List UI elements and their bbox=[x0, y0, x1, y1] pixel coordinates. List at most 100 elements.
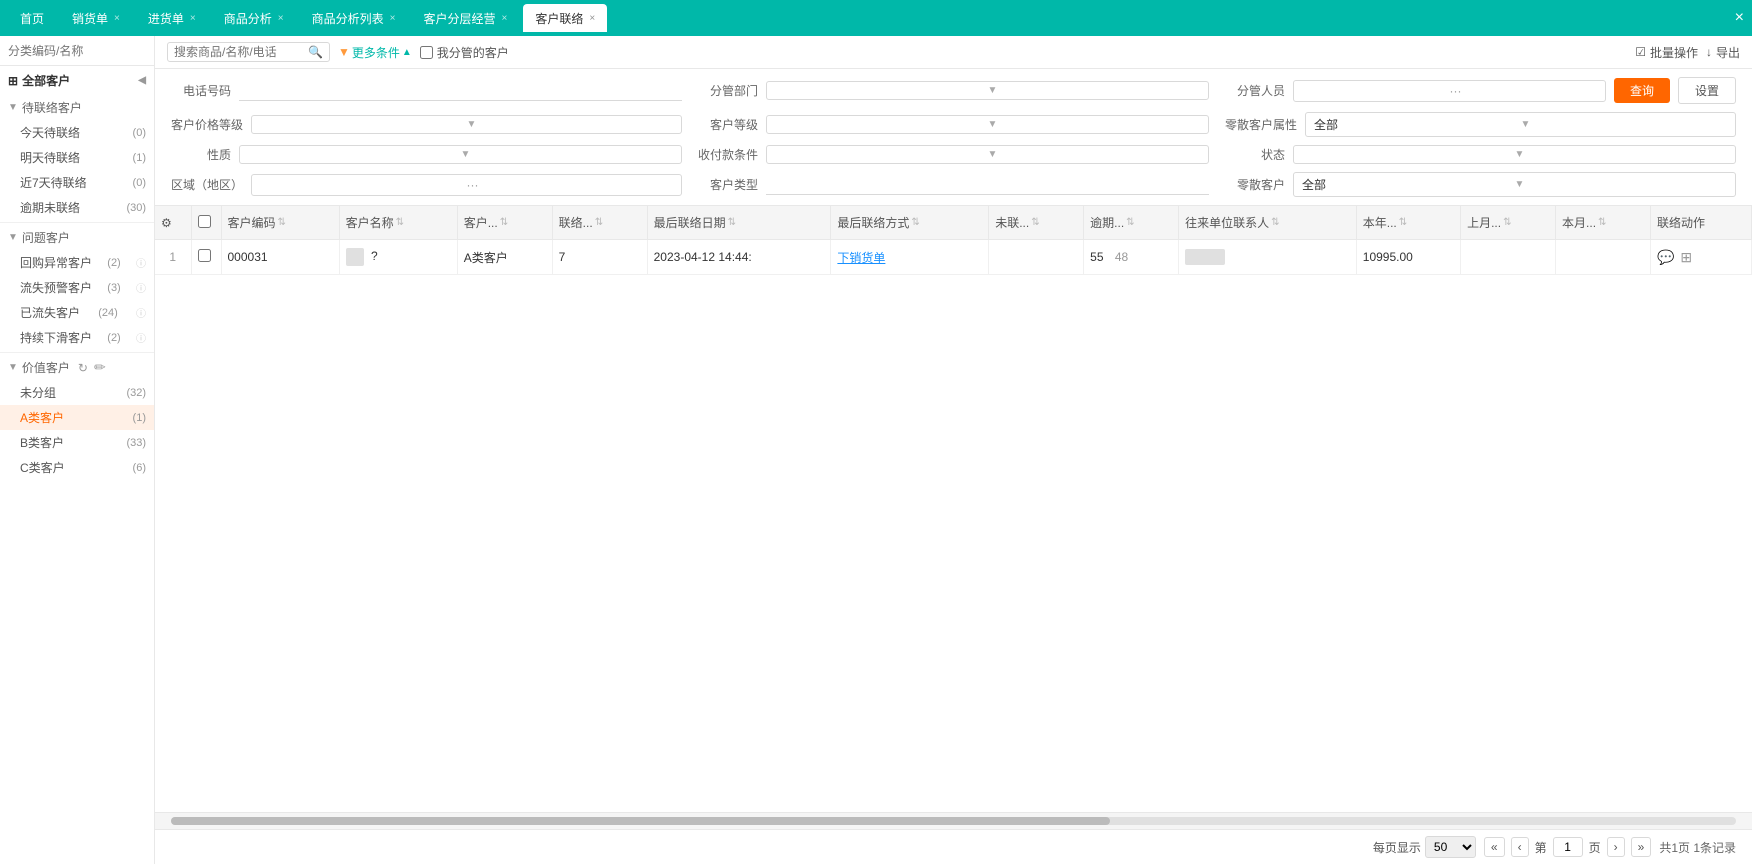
filter-search-icon[interactable]: 🔍 bbox=[308, 45, 323, 59]
sidebar-item-declining[interactable]: 持续下滑客户 (2) ⓘ bbox=[0, 325, 154, 350]
sidebar-item-c-customers[interactable]: C类客户 (6) bbox=[0, 455, 154, 480]
this-year-sort-icon[interactable]: ⇅ bbox=[1399, 217, 1407, 228]
sidebar-value-group[interactable]: ▼ 价值客户 ↻ ✏ bbox=[0, 355, 154, 380]
filter-nature-input[interactable]: ▼ bbox=[239, 145, 682, 164]
filter-dept-row: 分管部门 ▼ bbox=[698, 77, 1209, 104]
last-contact-date-sort-icon[interactable]: ⇅ bbox=[728, 217, 736, 228]
filter-retail-customer-input[interactable]: 全部 ▼ bbox=[1293, 172, 1736, 197]
tab-home[interactable]: 首页 bbox=[8, 4, 56, 32]
tab-customer-contact[interactable]: 客户联络 × bbox=[523, 4, 607, 32]
this-month-sort-icon[interactable]: ⇅ bbox=[1598, 217, 1606, 228]
tab-customer-contact-close[interactable]: × bbox=[589, 13, 595, 24]
sidebar-item-tomorrow-pending[interactable]: 明天待联络 (1) bbox=[0, 145, 154, 170]
sidebar-item-a-customers[interactable]: A类客户 (1) bbox=[0, 405, 154, 430]
contact-person-sort-icon[interactable]: ⇅ bbox=[1271, 217, 1279, 228]
sidebar-collapse-icon[interactable]: ◀ bbox=[138, 75, 146, 86]
filter-search-input[interactable] bbox=[174, 45, 304, 59]
filter-dept-input[interactable]: ▼ bbox=[766, 81, 1209, 100]
setting-button[interactable]: 设置 bbox=[1678, 77, 1736, 104]
scroll-thumb[interactable] bbox=[171, 817, 1110, 825]
tab-sales-close[interactable]: × bbox=[114, 13, 120, 24]
prev-page-btn[interactable]: ‹ bbox=[1511, 837, 1529, 857]
settings-icon[interactable]: ⚙ bbox=[161, 216, 172, 230]
th-customer-name-label: 客户名称 bbox=[346, 214, 394, 231]
sidebar-pending-group[interactable]: ▼ 待联络客户 bbox=[0, 95, 154, 120]
page-input[interactable] bbox=[1553, 837, 1583, 857]
first-page-btn[interactable]: « bbox=[1484, 837, 1505, 857]
filter-price-level-input[interactable]: ▼ bbox=[251, 115, 682, 134]
tab-customer-layer-close[interactable]: × bbox=[501, 13, 507, 24]
filter-region-input[interactable]: ··· bbox=[251, 174, 682, 196]
sidebar-item-7days-pending[interactable]: 近7天待联络 (0) bbox=[0, 170, 154, 195]
last-contact-method-sort-icon[interactable]: ⇅ bbox=[911, 217, 919, 228]
qr-icon[interactable]: ⊞ bbox=[1680, 249, 1692, 266]
next-page-btn[interactable]: › bbox=[1607, 837, 1625, 857]
filter-payment-input[interactable]: ▼ bbox=[766, 145, 1209, 164]
export-btn[interactable]: ↓ 导出 bbox=[1706, 44, 1740, 61]
sidebar-item-churn-warning[interactable]: 流失预警客户 (3) ⓘ bbox=[0, 275, 154, 300]
sidebar-item-today-pending[interactable]: 今天待联络 (0) bbox=[0, 120, 154, 145]
tab-goods-analysis[interactable]: 商品分析 × bbox=[212, 4, 296, 32]
total-page-label: 页 bbox=[1589, 839, 1601, 856]
filter-more-label: 更多条件 bbox=[352, 44, 400, 61]
churn-warning-info-icon[interactable]: ⓘ bbox=[136, 280, 146, 295]
filter-more-btn[interactable]: ▼ 更多条件 ▲ bbox=[338, 44, 412, 61]
last-contact-method-link[interactable]: 下销货单 bbox=[837, 251, 885, 265]
tab-purchase-close[interactable]: × bbox=[190, 13, 196, 24]
last-page-btn[interactable]: » bbox=[1631, 837, 1652, 857]
select-all-checkbox[interactable] bbox=[198, 215, 211, 228]
batch-operations-btn[interactable]: ☑ 批量操作 bbox=[1635, 44, 1698, 61]
sidebar-all-customers[interactable]: ⊞ 全部客户 ◀ bbox=[0, 66, 154, 95]
filter-manager-input[interactable]: ··· bbox=[1293, 80, 1606, 102]
tab-goods-analysis-close[interactable]: × bbox=[278, 13, 284, 24]
filter-customer-level-input[interactable]: ▼ bbox=[766, 115, 1209, 134]
filter-region-label: 区域（地区） bbox=[171, 176, 243, 193]
declining-info-icon[interactable]: ⓘ bbox=[136, 330, 146, 345]
region-more-icon: ··· bbox=[467, 178, 674, 192]
filter-phone-label: 电话号码 bbox=[171, 82, 231, 99]
tab-customer-layer[interactable]: 客户分层经营 × bbox=[411, 4, 519, 32]
contact-count-sort-icon[interactable]: ⇅ bbox=[595, 217, 603, 228]
sidebar-divider-2 bbox=[0, 352, 154, 353]
query-button[interactable]: 查询 bbox=[1614, 78, 1670, 103]
filter-retail-attr-value: 全部 bbox=[1314, 116, 1521, 133]
tab-sales[interactable]: 销货单 × bbox=[60, 4, 132, 32]
filter-customer-type-input[interactable] bbox=[766, 174, 1209, 195]
sidebar-item-b-customers[interactable]: B类客户 (33) bbox=[0, 430, 154, 455]
tab-purchase[interactable]: 进货单 × bbox=[136, 4, 208, 32]
sidebar-item-churned[interactable]: 已流失客户 (24) ⓘ bbox=[0, 300, 154, 325]
filter-retail-customer-label: 零散客户 bbox=[1225, 176, 1285, 193]
per-page-select[interactable]: 50 100 bbox=[1425, 836, 1476, 858]
th-customer-code: 客户编码 ⇅ bbox=[221, 206, 339, 240]
my-customers-checkbox-label[interactable]: 我分管的客户 bbox=[420, 44, 509, 61]
sidebar-problem-group[interactable]: ▼ 问题客户 bbox=[0, 225, 154, 250]
tab-goods-analysis-list[interactable]: 商品分析列表 × bbox=[300, 4, 408, 32]
customer-code-sort-icon[interactable]: ⇅ bbox=[278, 217, 286, 228]
filter-status-input[interactable]: ▼ bbox=[1293, 145, 1736, 164]
filter-price-level-label: 客户价格等级 bbox=[171, 116, 243, 133]
my-customers-checkbox[interactable] bbox=[420, 46, 433, 59]
sidebar-item-overdue[interactable]: 逾期未联络 (30) bbox=[0, 195, 154, 220]
row-checkbox[interactable] bbox=[198, 249, 211, 262]
repurchase-info-icon[interactable]: ⓘ bbox=[136, 255, 146, 270]
customer-type-sort-icon[interactable]: ⇅ bbox=[500, 217, 508, 228]
last-month-sort-icon[interactable]: ⇅ bbox=[1503, 217, 1511, 228]
filter-phone-input[interactable] bbox=[239, 80, 682, 101]
sidebar-item-repurchase-abnormal[interactable]: 回购异常客户 (2) ⓘ bbox=[0, 250, 154, 275]
sidebar-search-input[interactable] bbox=[8, 44, 155, 58]
value-group-edit-icon[interactable]: ✏ bbox=[94, 359, 106, 376]
message-icon[interactable]: 💬 bbox=[1657, 249, 1674, 266]
scroll-track bbox=[171, 817, 1736, 825]
filter-more-caret: ▲ bbox=[402, 47, 412, 58]
value-group-refresh-icon[interactable]: ↻ bbox=[78, 361, 88, 375]
customer-name-sort-icon[interactable]: ⇅ bbox=[396, 217, 404, 228]
filter-retail-attr-input[interactable]: 全部 ▼ bbox=[1305, 112, 1736, 137]
window-close-icon[interactable]: × bbox=[1735, 9, 1744, 27]
not-contacted-sort-icon[interactable]: ⇅ bbox=[1031, 217, 1039, 228]
churned-info-icon[interactable]: ⓘ bbox=[136, 305, 146, 320]
value-arrow-icon: ▼ bbox=[8, 362, 18, 373]
th-contact-person-label: 往来单位联系人 bbox=[1185, 214, 1269, 231]
tab-goods-analysis-list-close[interactable]: × bbox=[390, 13, 396, 24]
sidebar-item-ungrouped[interactable]: 未分组 (32) bbox=[0, 380, 154, 405]
overdue-sort-icon[interactable]: ⇅ bbox=[1126, 217, 1134, 228]
